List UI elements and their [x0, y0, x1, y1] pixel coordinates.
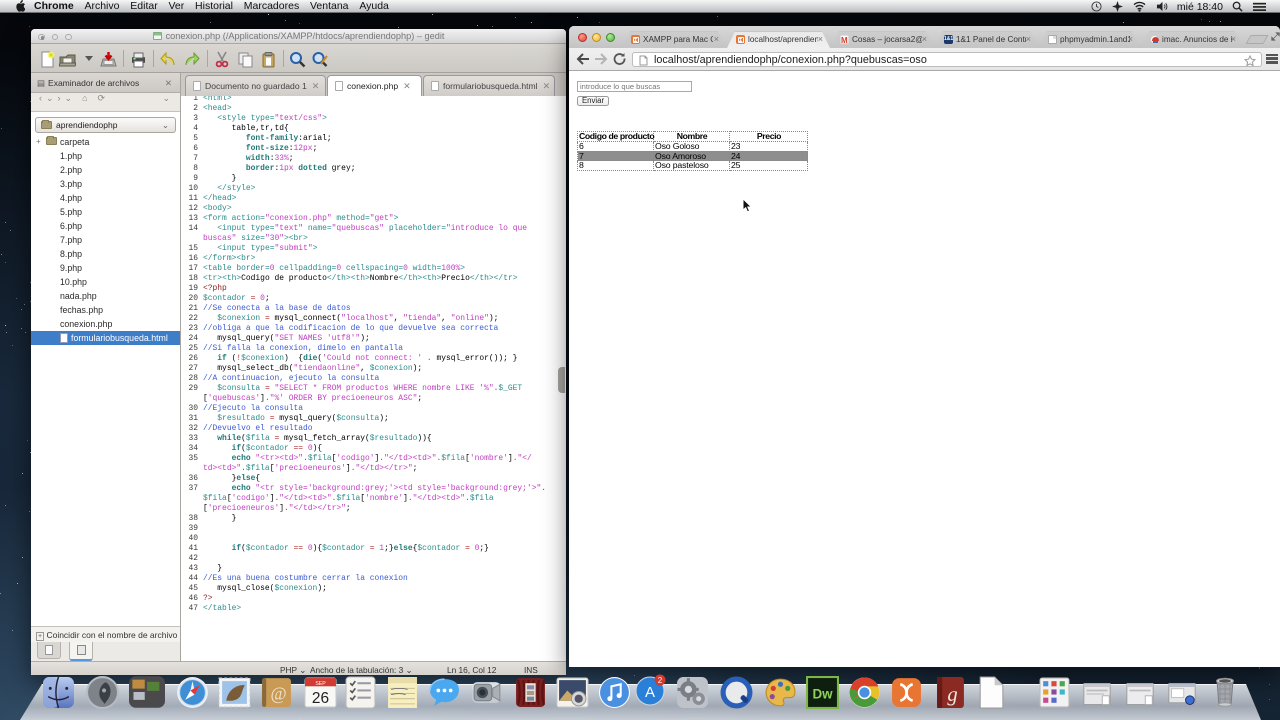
svg-text:26: 26: [312, 690, 329, 707]
svg-text:A: A: [645, 684, 655, 701]
svg-text:Dw: Dw: [812, 687, 833, 702]
svg-text:@: @: [270, 684, 286, 704]
svg-text:SEP: SEP: [315, 681, 326, 687]
svg-text:2: 2: [658, 676, 663, 685]
svg-text:g: g: [947, 684, 957, 706]
